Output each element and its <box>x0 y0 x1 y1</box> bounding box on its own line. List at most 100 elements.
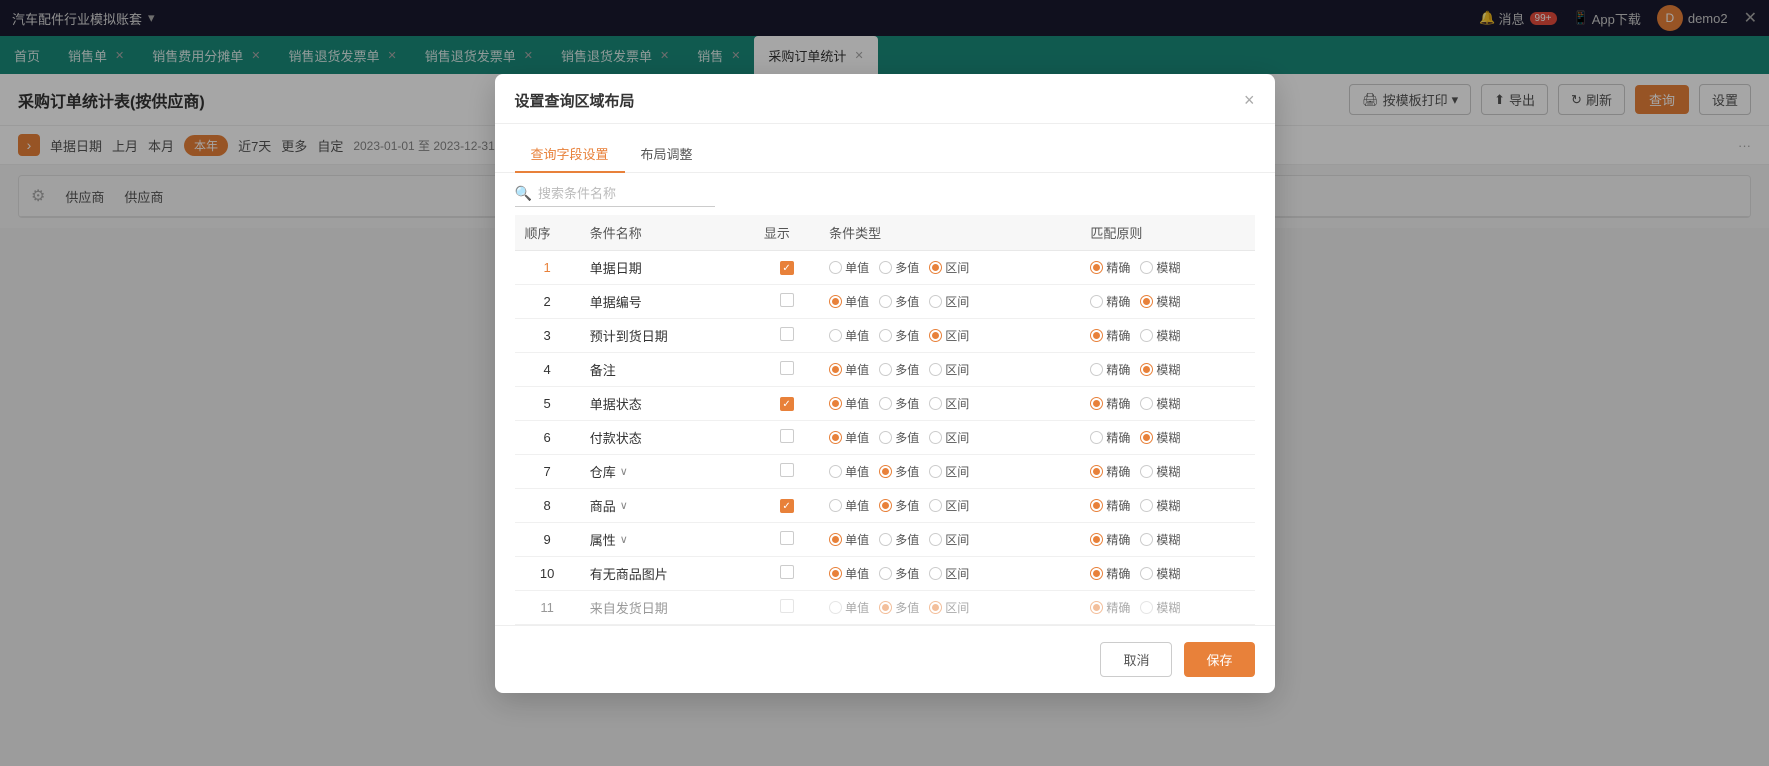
display-checkbox[interactable] <box>780 531 794 545</box>
cell-cond-type: 单值多值区间 <box>819 454 1080 488</box>
save-button[interactable]: 保存 <box>1184 642 1254 677</box>
match-exact-radio[interactable]: 精确 <box>1090 293 1130 310</box>
match-fuzzy-radio[interactable]: 模糊 <box>1140 565 1180 582</box>
cond-type-multi-radio[interactable]: 多值 <box>879 463 919 480</box>
cond-type-single-radio-dot <box>829 533 842 546</box>
match-exact-radio[interactable]: 精确 <box>1090 429 1130 446</box>
cond-type-multi-radio[interactable]: 多值 <box>879 395 919 412</box>
cond-type-range-radio[interactable]: 区间 <box>929 497 969 514</box>
match-fuzzy-radio[interactable]: 模糊 <box>1140 599 1180 616</box>
match-fuzzy-radio-dot <box>1140 431 1153 444</box>
cell-cond-name: 预计到货日期 <box>580 318 754 352</box>
cond-type-range-radio[interactable]: 区间 <box>929 565 969 582</box>
chevron-down-icon[interactable]: ∨ <box>620 499 628 512</box>
dialog-tab-query-fields[interactable]: 查询字段设置 <box>515 136 625 173</box>
cond-type-range-radio[interactable]: 区间 <box>929 293 969 310</box>
match-exact-radio[interactable]: 精确 <box>1090 531 1130 548</box>
match-fuzzy-radio-dot <box>1140 363 1153 376</box>
display-checkbox[interactable] <box>780 293 794 307</box>
display-checkbox[interactable]: ✓ <box>780 499 794 513</box>
match-fuzzy-radio[interactable]: 模糊 <box>1140 361 1180 378</box>
cond-type-range-radio-dot <box>929 261 942 274</box>
display-checkbox[interactable] <box>780 429 794 443</box>
cell-cond-type: 单值多值区间 <box>819 352 1080 386</box>
match-fuzzy-radio[interactable]: 模糊 <box>1140 327 1180 344</box>
cond-type-range-radio-dot <box>929 295 942 308</box>
dialog-set-query-layout: 设置查询区域布局 × 查询字段设置 布局调整 🔍 顺序 <box>495 74 1275 693</box>
cond-type-multi-radio[interactable]: 多值 <box>879 293 919 310</box>
table-row: 8商品 ∨✓单值多值区间精确模糊 <box>515 488 1255 522</box>
cond-type-single-radio[interactable]: 单值 <box>829 463 869 480</box>
cond-type-multi-radio[interactable]: 多值 <box>879 531 919 548</box>
display-checkbox[interactable] <box>780 599 794 613</box>
cond-type-multi-radio[interactable]: 多值 <box>879 361 919 378</box>
cell-cond-name: 单据日期 <box>580 250 754 284</box>
match-fuzzy-radio-dot <box>1140 533 1153 546</box>
display-checkbox[interactable]: ✓ <box>780 397 794 411</box>
display-checkbox[interactable] <box>780 361 794 375</box>
cond-type-range-radio[interactable]: 区间 <box>929 599 969 616</box>
cancel-button[interactable]: 取消 <box>1100 642 1172 677</box>
search-input[interactable] <box>538 186 698 201</box>
cond-type-single-radio[interactable]: 单值 <box>829 599 869 616</box>
cell-cond-name: 单据编号 <box>580 284 754 318</box>
display-checkbox[interactable] <box>780 463 794 477</box>
cond-type-single-radio[interactable]: 单值 <box>829 531 869 548</box>
cond-type-multi-radio[interactable]: 多值 <box>879 327 919 344</box>
match-exact-radio[interactable]: 精确 <box>1090 599 1130 616</box>
match-exact-radio[interactable]: 精确 <box>1090 395 1130 412</box>
cond-type-single-radio[interactable]: 单值 <box>829 259 869 276</box>
cond-type-multi-radio[interactable]: 多值 <box>879 497 919 514</box>
dialog-table-body: 1单据日期✓单值多值区间精确模糊2单据编号单值多值区间精确模糊3预计到货日期单值… <box>515 250 1255 624</box>
match-exact-radio[interactable]: 精确 <box>1090 463 1130 480</box>
cond-type-range-radio[interactable]: 区间 <box>929 361 969 378</box>
match-exact-radio[interactable]: 精确 <box>1090 497 1130 514</box>
match-exact-radio-dot <box>1090 499 1103 512</box>
cell-match-rule: 精确模糊 <box>1080 420 1254 454</box>
dialog-tab-layout-adjust[interactable]: 布局调整 <box>625 136 709 173</box>
display-checkbox[interactable] <box>780 565 794 579</box>
cell-cond-type: 单值多值区间 <box>819 250 1080 284</box>
cond-type-range-radio[interactable]: 区间 <box>929 463 969 480</box>
match-fuzzy-radio[interactable]: 模糊 <box>1140 429 1180 446</box>
cell-display <box>754 420 819 454</box>
cond-type-single-radio[interactable]: 单值 <box>829 361 869 378</box>
cond-type-single-radio[interactable]: 单值 <box>829 327 869 344</box>
cond-type-range-radio-dot <box>929 363 942 376</box>
cond-type-single-radio[interactable]: 单值 <box>829 497 869 514</box>
cond-type-multi-radio[interactable]: 多值 <box>879 259 919 276</box>
match-fuzzy-radio-dot <box>1140 601 1153 614</box>
cond-type-multi-radio[interactable]: 多值 <box>879 599 919 616</box>
cond-type-multi-radio-dot <box>879 601 892 614</box>
match-fuzzy-radio[interactable]: 模糊 <box>1140 497 1180 514</box>
cond-type-range-radio[interactable]: 区间 <box>929 395 969 412</box>
match-fuzzy-radio[interactable]: 模糊 <box>1140 259 1180 276</box>
cond-type-multi-radio[interactable]: 多值 <box>879 429 919 446</box>
display-checkbox[interactable] <box>780 327 794 341</box>
cond-type-range-radio[interactable]: 区间 <box>929 327 969 344</box>
cond-type-multi-radio[interactable]: 多值 <box>879 565 919 582</box>
cond-type-range-radio[interactable]: 区间 <box>929 259 969 276</box>
dialog-header: 设置查询区域布局 × <box>495 74 1275 124</box>
chevron-down-icon[interactable]: ∨ <box>620 533 628 546</box>
match-exact-radio-dot <box>1090 363 1103 376</box>
cond-type-single-radio[interactable]: 单值 <box>829 429 869 446</box>
chevron-down-icon[interactable]: ∨ <box>620 465 628 478</box>
match-exact-radio[interactable]: 精确 <box>1090 259 1130 276</box>
cond-type-range-radio[interactable]: 区间 <box>929 531 969 548</box>
dialog-close-button[interactable]: × <box>1244 91 1255 109</box>
cond-type-single-radio[interactable]: 单值 <box>829 395 869 412</box>
cond-type-range-radio[interactable]: 区间 <box>929 429 969 446</box>
match-exact-radio[interactable]: 精确 <box>1090 327 1130 344</box>
match-fuzzy-radio[interactable]: 模糊 <box>1140 293 1180 310</box>
match-fuzzy-radio[interactable]: 模糊 <box>1140 463 1180 480</box>
cell-cond-name: 单据状态 <box>580 386 754 420</box>
cond-type-single-radio-dot <box>829 431 842 444</box>
match-exact-radio[interactable]: 精确 <box>1090 565 1130 582</box>
cond-type-single-radio[interactable]: 单值 <box>829 293 869 310</box>
match-fuzzy-radio[interactable]: 模糊 <box>1140 531 1180 548</box>
match-fuzzy-radio[interactable]: 模糊 <box>1140 395 1180 412</box>
match-exact-radio[interactable]: 精确 <box>1090 361 1130 378</box>
display-checkbox[interactable]: ✓ <box>780 261 794 275</box>
cond-type-single-radio[interactable]: 单值 <box>829 565 869 582</box>
